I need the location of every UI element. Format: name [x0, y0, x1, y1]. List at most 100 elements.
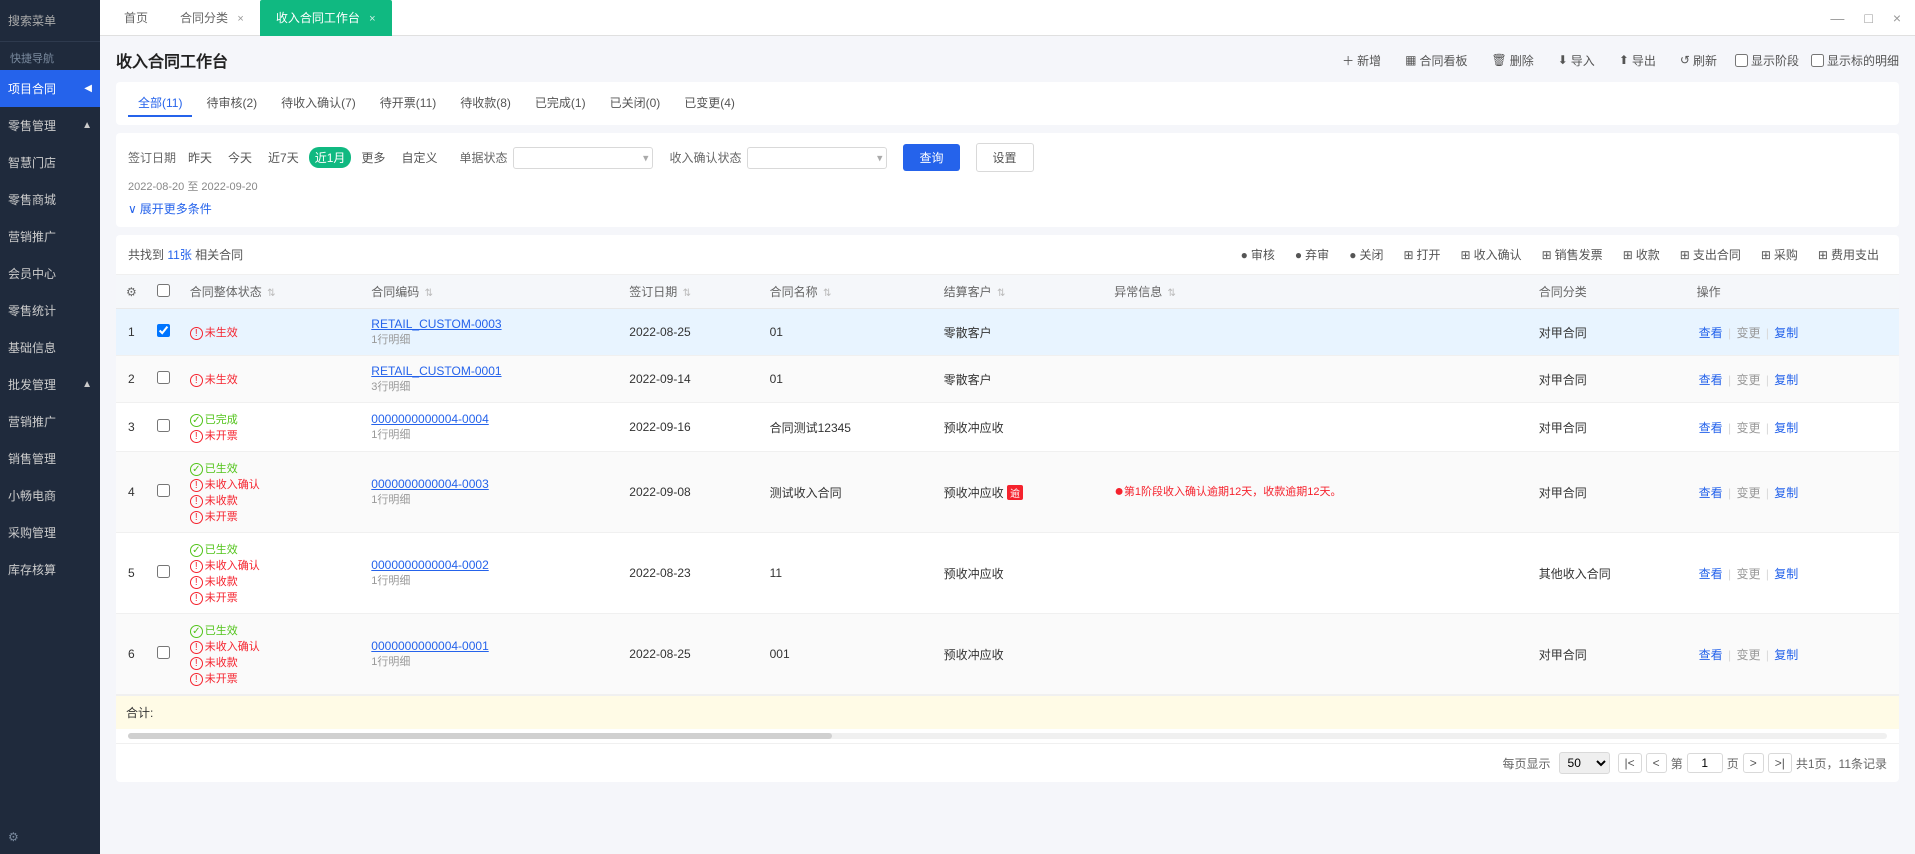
per-page-select[interactable]: 50 100 200	[1559, 752, 1610, 774]
sidebar-item-retail-mall[interactable]: 零售商城	[0, 181, 100, 218]
close-button[interactable]: ● 关闭	[1341, 243, 1391, 266]
show-stage-checkbox[interactable]: 显示阶段	[1735, 52, 1799, 69]
minimize-button[interactable]: —	[1824, 8, 1850, 28]
sales-invoice-button[interactable]: ⊞ 销售发票	[1534, 243, 1611, 266]
date-opt-today[interactable]: 今天	[222, 147, 258, 168]
row-checkbox[interactable]	[147, 533, 180, 614]
horizontal-scrollbar[interactable]	[128, 733, 1887, 739]
contract-code-link[interactable]: 0000000000004-0001	[371, 639, 488, 653]
contract-code-link[interactable]: 0000000000004-0003	[371, 477, 488, 491]
sidebar-item-marketing[interactable]: 营销推广	[0, 218, 100, 255]
sidebar-item-wholesale[interactable]: 批发管理 ▲	[0, 366, 100, 403]
maximize-button[interactable]: □	[1858, 8, 1878, 28]
doc-status-select[interactable]	[513, 147, 653, 169]
row-select-checkbox[interactable]	[157, 324, 170, 337]
print-button[interactable]: ⊞ 打开	[1395, 243, 1448, 266]
ftab-all[interactable]: 全部(11)	[128, 90, 192, 117]
row-select-checkbox[interactable]	[157, 419, 170, 432]
new-button[interactable]: ＋ 新增	[1336, 49, 1387, 72]
import-button[interactable]: ⬇ 导入	[1552, 49, 1601, 72]
sidebar-settings[interactable]: ⚙	[0, 820, 100, 854]
action-link[interactable]: 查看	[1699, 421, 1723, 435]
date-opt-last7[interactable]: 近7天	[262, 147, 305, 168]
row-checkbox[interactable]	[147, 356, 180, 403]
sidebar-item-project[interactable]: 项目合同 ◀	[0, 70, 100, 107]
review-button[interactable]: ● 审核	[1233, 243, 1283, 266]
date-opt-custom[interactable]: 自定义	[395, 147, 443, 168]
income-confirm-select[interactable]	[747, 147, 887, 169]
first-page-button[interactable]: |<	[1618, 753, 1642, 773]
row-select-checkbox[interactable]	[157, 484, 170, 497]
sidebar-item-inventory[interactable]: 库存核算	[0, 551, 100, 588]
row-select-checkbox[interactable]	[157, 646, 170, 659]
close-icon[interactable]: ×	[237, 13, 243, 25]
refresh-button[interactable]: ↺ 刷新	[1674, 49, 1723, 72]
action-link[interactable]: 复制	[1774, 373, 1798, 387]
ftab-closed[interactable]: 已关闭(0)	[600, 90, 671, 117]
row-select-checkbox[interactable]	[157, 371, 170, 384]
sidebar-item-sales-mgmt[interactable]: 销售管理	[0, 440, 100, 477]
row-select-checkbox[interactable]	[157, 565, 170, 578]
action-link[interactable]: 查看	[1699, 373, 1723, 387]
ftab-completed[interactable]: 已完成(1)	[525, 90, 596, 117]
row-checkbox[interactable]	[147, 309, 180, 356]
prev-page-button[interactable]: <	[1646, 753, 1667, 773]
contract-code-link[interactable]: RETAIL_CUSTOM-0001	[371, 364, 501, 378]
next-page-button[interactable]: >	[1743, 753, 1764, 773]
tab-home[interactable]: 首页	[108, 0, 164, 36]
action-link[interactable]: 复制	[1774, 486, 1798, 500]
row-checkbox[interactable]	[147, 452, 180, 533]
export-button[interactable]: ⬆ 导出	[1613, 49, 1662, 72]
sidebar-search[interactable]: 搜索菜单	[0, 0, 100, 42]
query-button[interactable]: 查询	[903, 144, 959, 171]
action-link-change[interactable]: 变更	[1736, 648, 1760, 662]
action-link[interactable]: 复制	[1774, 326, 1798, 340]
date-opt-last1m[interactable]: 近1月	[309, 147, 352, 168]
contract-board-button[interactable]: ▦ 合同看板	[1399, 49, 1473, 72]
last-page-button[interactable]: >|	[1768, 753, 1792, 773]
ftab-pending-collect[interactable]: 待收款(8)	[450, 90, 521, 117]
sidebar-item-base-info[interactable]: 基础信息	[0, 329, 100, 366]
action-link[interactable]: 查看	[1699, 326, 1723, 340]
collect-button[interactable]: ⊞ 收款	[1615, 243, 1668, 266]
sidebar-item-member[interactable]: 会员中心	[0, 255, 100, 292]
close-icon[interactable]: ×	[369, 13, 375, 25]
sidebar-item-marketing2[interactable]: 营销推广	[0, 403, 100, 440]
page-input[interactable]	[1687, 753, 1723, 773]
select-all-checkbox[interactable]	[157, 284, 170, 297]
action-link-change[interactable]: 变更	[1736, 326, 1760, 340]
sidebar-item-xiaochangec[interactable]: 小畅电商	[0, 477, 100, 514]
setting-button[interactable]: 设置	[976, 143, 1034, 172]
expense-out-button[interactable]: ⊞ 费用支出	[1810, 243, 1887, 266]
sidebar-item-retail-stats[interactable]: 零售统计	[0, 292, 100, 329]
col-settings[interactable]: ⚙	[116, 275, 147, 309]
delete-button[interactable]: 🗑 删除	[1485, 49, 1539, 72]
action-link-change[interactable]: 变更	[1736, 373, 1760, 387]
abandon-button[interactable]: ● 弃审	[1287, 243, 1337, 266]
action-link[interactable]: 查看	[1699, 567, 1723, 581]
contract-code-link[interactable]: RETAIL_CUSTOM-0003	[371, 317, 501, 331]
contract-code-link[interactable]: 0000000000004-0002	[371, 558, 488, 572]
date-opt-yesterday[interactable]: 昨天	[182, 147, 218, 168]
sidebar-item-smart-store[interactable]: 智慧门店	[0, 144, 100, 181]
ftab-changed[interactable]: 已变更(4)	[674, 90, 745, 117]
action-link-change[interactable]: 变更	[1736, 567, 1760, 581]
ftab-pending-income-confirm[interactable]: 待收入确认(7)	[271, 90, 366, 117]
expand-more-button[interactable]: ∨ 展开更多条件	[128, 200, 1887, 217]
show-mark-detail-checkbox[interactable]: 显示标的明细	[1811, 52, 1899, 69]
income-confirm-button[interactable]: ⊞ 收入确认	[1453, 243, 1530, 266]
tab-income-contract[interactable]: 收入合同工作台 ×	[260, 0, 392, 36]
action-link[interactable]: 复制	[1774, 421, 1798, 435]
action-link[interactable]: 复制	[1774, 567, 1798, 581]
ftab-pending-invoice[interactable]: 待开票(11)	[370, 90, 446, 117]
show-mark-detail-input[interactable]	[1811, 54, 1824, 67]
close-window-button[interactable]: ×	[1887, 8, 1907, 28]
ftab-pending-review[interactable]: 待审核(2)	[196, 90, 267, 117]
row-checkbox[interactable]	[147, 403, 180, 452]
action-link-change[interactable]: 变更	[1736, 486, 1760, 500]
sidebar-item-retail[interactable]: 零售管理 ▲	[0, 107, 100, 144]
tab-contract-cat[interactable]: 合同分类 ×	[164, 0, 260, 36]
action-link-change[interactable]: 变更	[1736, 421, 1760, 435]
sidebar-item-purchase[interactable]: 采购管理	[0, 514, 100, 551]
purchase-button[interactable]: ⊞ 采购	[1753, 243, 1806, 266]
